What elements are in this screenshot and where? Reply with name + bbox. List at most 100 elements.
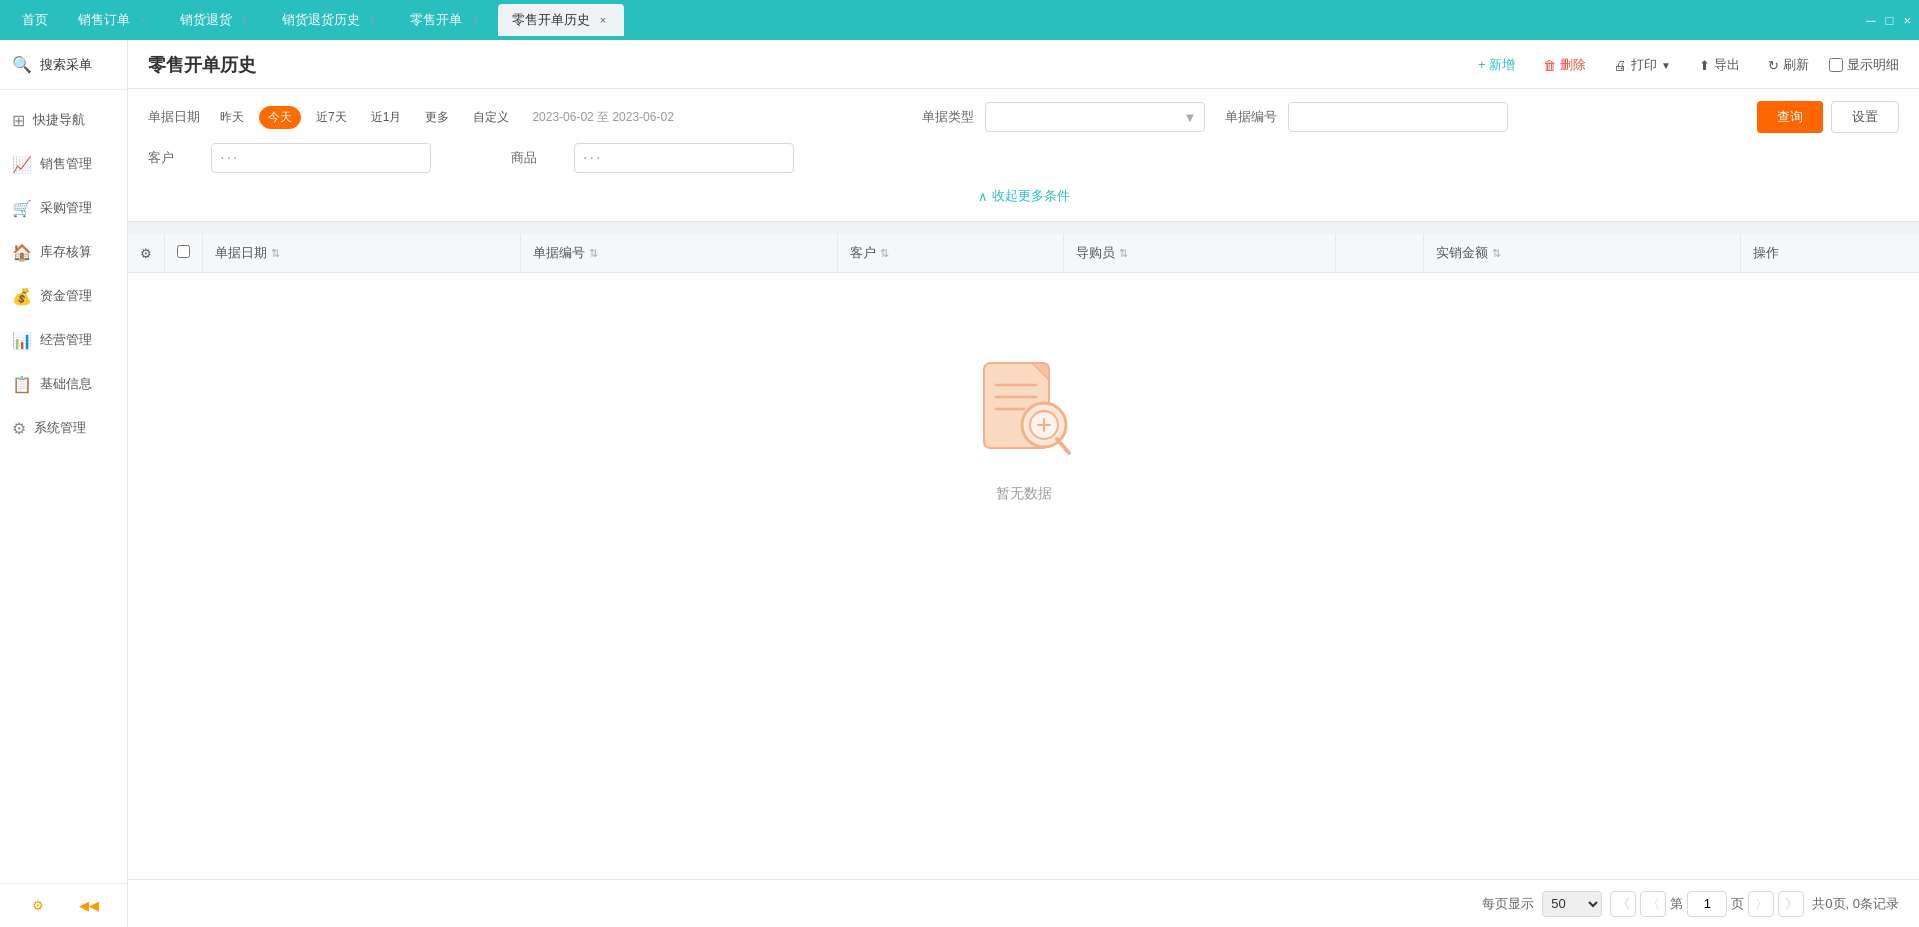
sidebar-item-sys-mgmt[interactable]: ⚙ 系统管理 (0, 406, 127, 450)
filter-date-last1month[interactable]: 近1月 (362, 106, 411, 129)
filter-customer-input[interactable]: ··· (211, 143, 431, 173)
per-page-label: 每页显示 (1482, 895, 1534, 913)
tab-home[interactable]: 首页 (8, 4, 62, 36)
th-salesperson-sort-icon: ⇅ (1119, 247, 1128, 260)
sidebar-item-inventory[interactable]: 🏠 库存核算 (0, 230, 127, 274)
filter-date-range: 2023-06-02 至 2023-06-02 (532, 109, 673, 126)
table-settings-icon[interactable]: ⚙ (140, 246, 152, 261)
print-button[interactable]: 🖨 打印 ▼ (1606, 52, 1679, 78)
delete-button[interactable]: 🗑 删除 (1535, 52, 1594, 78)
empty-state: 暂无数据 (128, 273, 1919, 583)
sidebar-settings-btn[interactable]: ⚙ (22, 890, 54, 922)
sidebar-nav: ⊞ 快捷导航 📈 销售管理 🛒 采购管理 🏠 库存核算 💰 资金管理 📊 (0, 90, 127, 883)
inventory-icon: 🏠 (12, 243, 32, 262)
display-detail-toggle[interactable]: 显示明细 (1829, 56, 1899, 74)
filter-goods-input[interactable]: ··· (574, 143, 794, 173)
sidebar-item-purchase-mgmt[interactable]: 🛒 采购管理 (0, 186, 127, 230)
th-amount[interactable]: 实销金额 ⇅ (1423, 234, 1741, 273)
th-doc-no[interactable]: 单据编号 ⇅ (520, 234, 838, 273)
filter-customer-label: 客户 (148, 149, 203, 167)
filter-goods-dots: ··· (583, 149, 602, 167)
th-customer[interactable]: 客户 ⇅ (838, 234, 1064, 273)
toolbar-buttons: + 新增 🗑 删除 🖨 打印 ▼ ⬆ 导出 (1470, 52, 1899, 78)
th-doc-date-label: 单据日期 (215, 244, 267, 262)
tab-sales-order[interactable]: 销售订单 × (64, 4, 164, 36)
sidebar-item-finance[interactable]: 💰 资金管理 (0, 274, 127, 318)
sidebar-item-quick-nav[interactable]: ⊞ 快捷导航 (0, 98, 127, 142)
filter-doc-no-item: 单据编号 (1225, 102, 1508, 132)
th-doc-no-label: 单据编号 (533, 244, 585, 262)
filter-date-more[interactable]: 更多 (416, 106, 458, 129)
tab-sales-return-close[interactable]: × (238, 13, 252, 27)
th-action: 操作 (1741, 234, 1919, 273)
tab-retail-open-history[interactable]: 零售开单历史 × (498, 4, 624, 36)
tab-sales-return-history-close[interactable]: × (366, 13, 380, 27)
print-text: 打印 (1631, 56, 1657, 74)
refresh-button[interactable]: ↻ 刷新 (1760, 52, 1817, 78)
settings-button[interactable]: 设置 (1831, 101, 1899, 133)
filter-date-today[interactable]: 今天 (259, 106, 301, 129)
sidebar-search[interactable]: 🔍 搜索采单 (0, 40, 127, 90)
sidebar-item-operations[interactable]: 📊 经营管理 (0, 318, 127, 362)
refresh-text: 刷新 (1783, 56, 1809, 74)
filter-date-custom[interactable]: 自定义 (464, 106, 518, 129)
collapse-row: ∧ 收起更多条件 (148, 183, 1899, 209)
page-last-btn[interactable]: 》 (1778, 891, 1804, 917)
sidebar-item-base-info-label: 基础信息 (40, 375, 92, 393)
operations-icon: 📊 (12, 331, 32, 350)
page-input[interactable] (1687, 891, 1727, 917)
export-button[interactable]: ⬆ 导出 (1691, 52, 1748, 78)
display-detail-checkbox[interactable] (1829, 58, 1843, 72)
settings-gear-icon: ⚙ (32, 898, 44, 913)
per-page-select[interactable]: 10 20 50 100 (1542, 891, 1602, 917)
add-label: + 新增 (1478, 56, 1515, 74)
tab-retail-open-history-close[interactable]: × (596, 13, 610, 27)
sidebar-item-base-info[interactable]: 📋 基础信息 (0, 362, 127, 406)
collapse-label: 收起更多条件 (992, 187, 1070, 205)
query-settings-area: 查询 设置 (1757, 101, 1899, 133)
page-next-btn[interactable]: 〉 (1748, 891, 1774, 917)
tab-sales-order-close[interactable]: × (136, 13, 150, 27)
tab-sales-return-history[interactable]: 销货退货历史 × (268, 4, 394, 36)
filter-doc-type-item: 单据类型 ▼ (922, 102, 1205, 132)
filter-doc-no-input[interactable] (1288, 102, 1508, 132)
th-settings[interactable]: ⚙ (128, 234, 165, 273)
sys-mgmt-icon: ⚙ (12, 419, 26, 438)
table-select-all[interactable] (177, 245, 190, 258)
tab-retail-open[interactable]: 零售开单 × (396, 4, 496, 36)
sidebar: 🔍 搜索采单 ⊞ 快捷导航 📈 销售管理 🛒 采购管理 🏠 库存核算 💰 (0, 40, 128, 927)
th-doc-date[interactable]: 单据日期 ⇅ (203, 234, 521, 273)
filter-date-last7days[interactable]: 近7天 (307, 106, 356, 129)
page-total-info: 共0页, 0条记录 (1812, 895, 1899, 913)
th-doc-date-sort-icon: ⇅ (271, 247, 280, 260)
filter-doc-type-arrow: ▼ (1184, 110, 1197, 125)
tab-retail-open-close[interactable]: × (468, 13, 482, 27)
th-checkbox[interactable] (165, 234, 203, 273)
window-close-btn[interactable]: × (1903, 13, 1911, 28)
empty-text: 暂无数据 (996, 485, 1052, 503)
window-maximize-btn[interactable]: □ (1886, 13, 1894, 28)
query-button[interactable]: 查询 (1757, 101, 1823, 133)
search-icon: 🔍 (12, 55, 32, 74)
filter-goods-label: 商品 (511, 149, 566, 167)
page-prev-btn[interactable]: 〈 (1640, 891, 1666, 917)
collapse-button[interactable]: ∧ 收起更多条件 (966, 183, 1082, 209)
filter-doc-type-select[interactable]: ▼ (985, 102, 1205, 132)
window-controls: ─ □ × (1866, 13, 1911, 28)
th-salesperson[interactable]: 导购员 ⇅ (1063, 234, 1335, 273)
th-action-label: 操作 (1753, 245, 1779, 260)
th-salesperson-label: 导购员 (1076, 244, 1115, 262)
filter-date-yesterday[interactable]: 昨天 (211, 106, 253, 129)
window-minimize-btn[interactable]: ─ (1866, 13, 1875, 28)
tab-retail-open-history-label: 零售开单历史 (512, 11, 590, 29)
sidebar-item-sales-mgmt[interactable]: 📈 销售管理 (0, 142, 127, 186)
add-button[interactable]: + 新增 (1470, 52, 1523, 78)
sidebar-collapse-btn[interactable]: ◀◀ (73, 890, 105, 922)
tab-sales-return[interactable]: 销货退货 × (166, 4, 266, 36)
page-first-btn[interactable]: 《 (1610, 891, 1636, 917)
display-detail-label: 显示明细 (1847, 56, 1899, 74)
data-table: ⚙ 单据日期 ⇅ 单据编号 (128, 234, 1919, 583)
th-doc-no-sort-icon: ⇅ (589, 247, 598, 260)
collapse-up-icon: ∧ (978, 189, 988, 204)
sidebar-item-quick-nav-label: 快捷导航 (33, 111, 85, 129)
